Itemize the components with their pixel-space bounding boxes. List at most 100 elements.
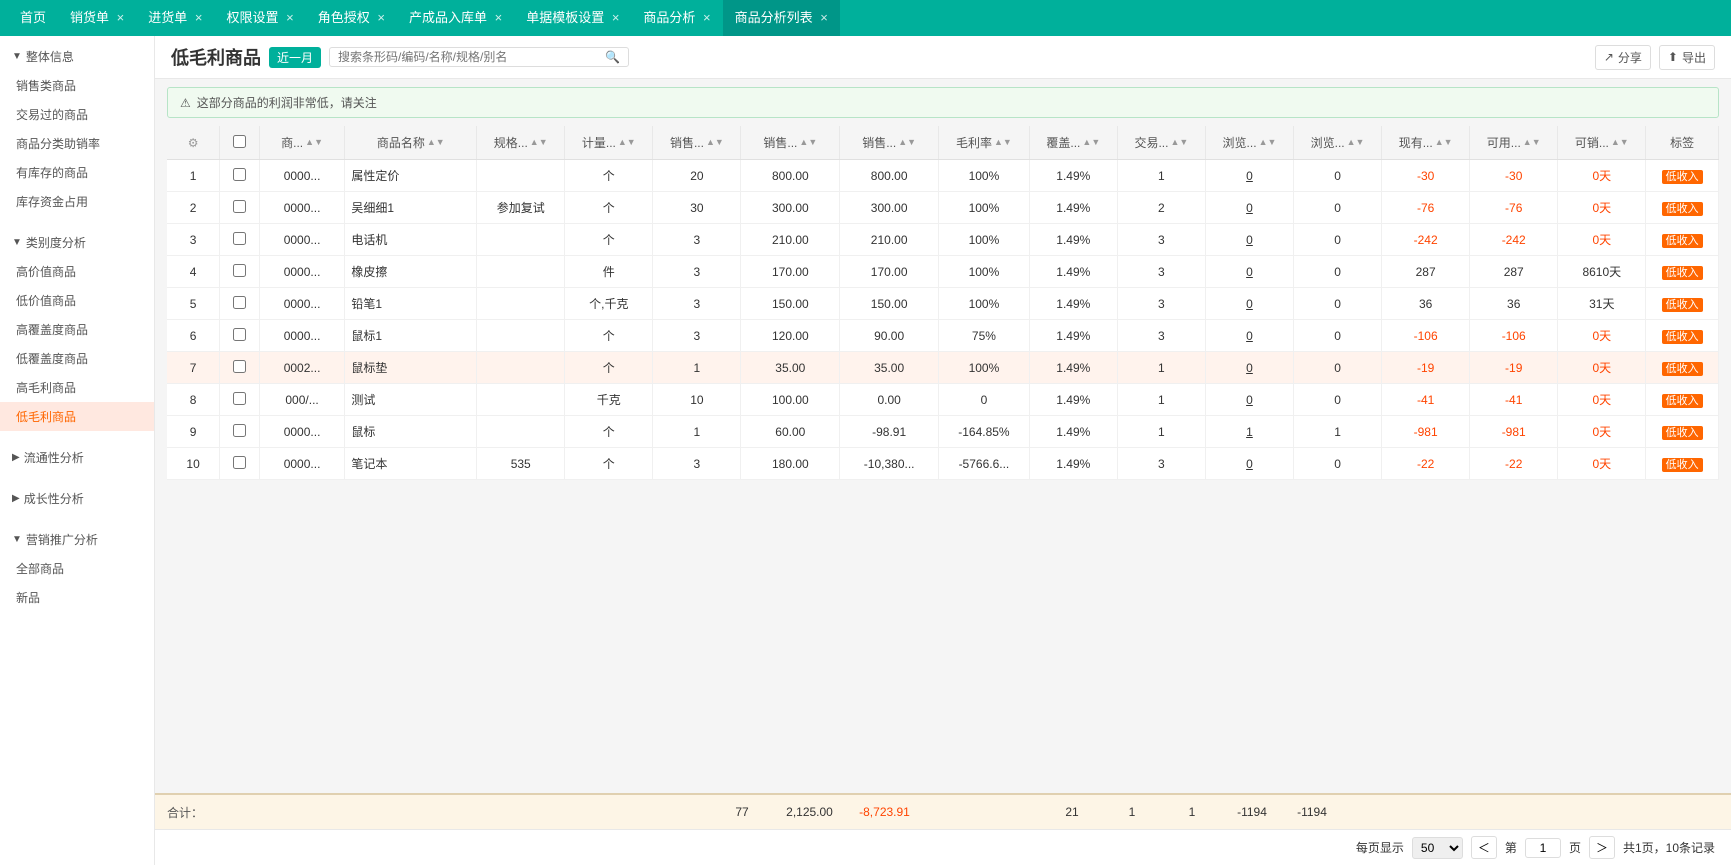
col-gross-rate[interactable]: 毛利率 ▲▼ bbox=[939, 126, 1030, 160]
nav-role-auth[interactable]: 角色授权 × bbox=[306, 0, 397, 36]
row-checkbox[interactable] bbox=[233, 296, 246, 309]
row-checkbox[interactable] bbox=[233, 328, 246, 341]
row-cover-rate: 1.49% bbox=[1029, 320, 1117, 352]
sidebar-item-high-value[interactable]: 高价值商品 bbox=[0, 257, 154, 286]
row-name: 吴细细1 bbox=[345, 192, 477, 224]
close-icon[interactable]: × bbox=[283, 10, 294, 25]
col-cover-rate[interactable]: 覆盖... ▲▼ bbox=[1029, 126, 1117, 160]
sidebar-item-in-stock[interactable]: 有库存的商品 bbox=[0, 158, 154, 187]
sidebar-item-category-sales-rate[interactable]: 商品分类助销率 bbox=[0, 129, 154, 158]
sidebar-item-high-coverage[interactable]: 高覆盖度商品 bbox=[0, 315, 154, 344]
row-gross-rate: -164.85% bbox=[939, 416, 1030, 448]
row-checkbox[interactable] bbox=[233, 200, 246, 213]
row-avail-stock: -22 bbox=[1470, 448, 1558, 480]
page-label: 第 bbox=[1505, 839, 1517, 856]
nav-product-entry[interactable]: 产成品入库单 × bbox=[397, 0, 514, 36]
row-checkbox[interactable] bbox=[233, 264, 246, 277]
export-button[interactable]: ⬆ 导出 bbox=[1659, 45, 1715, 70]
col-avail-stock[interactable]: 可用... ▲▼ bbox=[1470, 126, 1558, 160]
row-trade: 1 bbox=[1117, 352, 1205, 384]
col-sales-qty[interactable]: 销售... ▲▼ bbox=[653, 126, 741, 160]
col-name[interactable]: 商品名称 ▲▼ bbox=[345, 126, 477, 160]
col-trade[interactable]: 交易... ▲▼ bbox=[1117, 126, 1205, 160]
row-checkbox[interactable] bbox=[233, 392, 246, 405]
page-number-input[interactable] bbox=[1525, 838, 1561, 858]
select-all-checkbox[interactable] bbox=[233, 135, 246, 148]
prev-page-button[interactable]: ＜ bbox=[1471, 836, 1497, 859]
sidebar-item-high-margin[interactable]: 高毛利商品 bbox=[0, 373, 154, 402]
search-icon[interactable]: 🔍 bbox=[605, 50, 620, 64]
table-row: 8000/...测试千克10100.000.0001.49%100-41-410… bbox=[167, 384, 1719, 416]
row-browse1: 0 bbox=[1205, 160, 1293, 192]
sidebar-item-low-margin[interactable]: 低毛利商品 bbox=[0, 402, 154, 431]
col-current-stock[interactable]: 现有... ▲▼ bbox=[1382, 126, 1470, 160]
sidebar-item-stock-capital[interactable]: 库存资金占用 bbox=[0, 187, 154, 216]
row-checkbox[interactable] bbox=[233, 168, 246, 181]
nav-purchase-order[interactable]: 进货单 × bbox=[136, 0, 214, 36]
row-sales-amount: 0.00 bbox=[840, 384, 939, 416]
col-browse2[interactable]: 浏览... ▲▼ bbox=[1294, 126, 1382, 160]
row-unit: 千克 bbox=[565, 384, 653, 416]
notice-text: 这部分商品的利润非常低，请关注 bbox=[197, 94, 377, 111]
sort-icon: ▲▼ bbox=[1611, 138, 1629, 147]
close-icon[interactable]: × bbox=[374, 10, 385, 25]
footer-sales-amount: -8,723.91 bbox=[847, 805, 922, 819]
row-number: 2 bbox=[167, 192, 220, 224]
next-page-button[interactable]: ＞ bbox=[1589, 836, 1615, 859]
row-trade: 3 bbox=[1117, 256, 1205, 288]
close-icon[interactable]: × bbox=[608, 10, 619, 25]
nav-product-analysis-list[interactable]: 商品分析列表 × bbox=[723, 0, 840, 36]
share-button[interactable]: ↗ 分享 bbox=[1595, 45, 1651, 70]
sidebar-item-sales-category[interactable]: 销售类商品 bbox=[0, 71, 154, 100]
col-code[interactable]: 商... ▲▼ bbox=[259, 126, 345, 160]
row-unit: 件 bbox=[565, 256, 653, 288]
sidebar-group-overall[interactable]: ▼ 整体信息 bbox=[0, 42, 154, 71]
nav-product-analysis[interactable]: 商品分析 × bbox=[631, 0, 722, 36]
close-icon[interactable]: × bbox=[491, 10, 502, 25]
row-checkbox[interactable] bbox=[233, 360, 246, 373]
row-name: 属性定价 bbox=[345, 160, 477, 192]
page-size-select[interactable]: 50 20 100 bbox=[1412, 837, 1463, 859]
footer-browse1: 1 bbox=[1102, 805, 1162, 819]
sort-icon: ▲▼ bbox=[1523, 138, 1541, 147]
col-spec[interactable]: 规格... ▲▼ bbox=[477, 126, 565, 160]
col-unit[interactable]: 计量... ▲▼ bbox=[565, 126, 653, 160]
sort-icon: ▲▼ bbox=[305, 138, 323, 147]
time-range-button[interactable]: 近一月 bbox=[269, 47, 321, 68]
col-saleable[interactable]: 可销... ▲▼ bbox=[1558, 126, 1646, 160]
sidebar-item-low-coverage[interactable]: 低覆盖度商品 bbox=[0, 344, 154, 373]
close-icon[interactable]: × bbox=[113, 10, 124, 25]
nav-sales-order[interactable]: 销货单 × bbox=[58, 0, 136, 36]
sidebar-group-growth[interactable]: ▶ 成长性分析 bbox=[0, 484, 154, 513]
search-input[interactable] bbox=[338, 50, 601, 64]
sidebar-group-circulation[interactable]: ▶ 流通性分析 bbox=[0, 443, 154, 472]
sidebar-group-category[interactable]: ▼ 类别度分析 bbox=[0, 228, 154, 257]
close-icon[interactable]: × bbox=[191, 10, 202, 25]
row-checkbox[interactable] bbox=[233, 232, 246, 245]
row-saleable: 0天 bbox=[1558, 384, 1646, 416]
search-box: 🔍 bbox=[329, 47, 629, 67]
nav-permission-setting[interactable]: 权限设置 × bbox=[214, 0, 305, 36]
row-current-stock: -30 bbox=[1382, 160, 1470, 192]
row-checkbox[interactable] bbox=[233, 424, 246, 437]
main-layout: ▼ 整体信息 销售类商品 交易过的商品 商品分类助销率 有库存的商品 库存资金占… bbox=[0, 36, 1731, 865]
col-sales-amount[interactable]: 销售... ▲▼ bbox=[840, 126, 939, 160]
nav-template-setting[interactable]: 单据模板设置 × bbox=[514, 0, 631, 36]
col-checkbox bbox=[220, 126, 260, 160]
col-browse1[interactable]: 浏览... ▲▼ bbox=[1205, 126, 1293, 160]
sidebar-item-traded-goods[interactable]: 交易过的商品 bbox=[0, 100, 154, 129]
close-icon[interactable]: × bbox=[817, 10, 828, 25]
page-size-label: 每页显示 bbox=[1356, 839, 1404, 856]
sidebar-item-all-goods[interactable]: 全部商品 bbox=[0, 554, 154, 583]
row-checkbox[interactable] bbox=[233, 456, 246, 469]
close-icon[interactable]: × bbox=[699, 10, 710, 25]
row-browse2: 1 bbox=[1294, 416, 1382, 448]
row-checkbox-cell bbox=[220, 384, 260, 416]
sidebar-group-marketing[interactable]: ▼ 营销推广分析 bbox=[0, 525, 154, 554]
col-settings[interactable]: ⚙ bbox=[167, 126, 220, 160]
nav-home[interactable]: 首页 bbox=[8, 0, 58, 36]
col-sales-price[interactable]: 销售... ▲▼ bbox=[741, 126, 840, 160]
row-sales-qty: 3 bbox=[653, 320, 741, 352]
sidebar-item-new-goods[interactable]: 新品 bbox=[0, 583, 154, 612]
sidebar-item-low-value[interactable]: 低价值商品 bbox=[0, 286, 154, 315]
